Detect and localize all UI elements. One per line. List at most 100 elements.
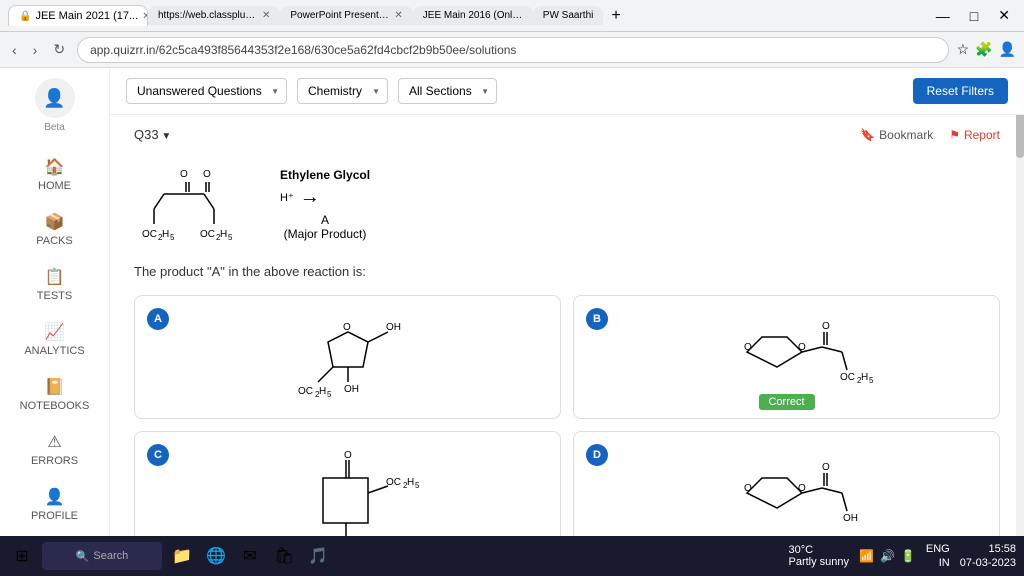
lang-region: ENG IN: [926, 542, 950, 571]
weather-temp: 30°C: [788, 544, 813, 556]
ethylene-glycol-label: Ethylene Glycol: [280, 168, 370, 182]
date-display: 07-03-2023: [960, 556, 1016, 570]
taskbar-right: 30°C Partly sunny 📶 🔊 🔋 ENG IN 15:58 07-…: [788, 542, 1016, 571]
sidebar-profile-label: PROFILE: [31, 510, 78, 522]
sidebar-item-notebooks[interactable]: 📔 NOTEBOOKS: [10, 369, 100, 420]
sidebar-item-home[interactable]: 🏠 HOME: [10, 149, 100, 200]
sidebar: 👤 Beta 🏠 HOME 📦 PACKS 📋 TESTS 📈 ANALYTIC…: [0, 68, 110, 576]
browser-actions: ☆ 🧩 👤: [957, 41, 1016, 58]
tab-3[interactable]: PowerPoint Presentati... ✕: [280, 6, 412, 25]
svg-text:5: 5: [170, 233, 175, 242]
option-a-structure: O OH OH OC2H5: [258, 312, 438, 402]
svg-text:OH: OH: [344, 384, 359, 395]
sidebar-packs-label: PACKS: [36, 235, 72, 247]
svg-text:OH: OH: [843, 513, 858, 524]
search-taskbar-button[interactable]: 🔍 Search: [42, 542, 162, 570]
tab-2[interactable]: https://web.classplus... ✕: [148, 6, 280, 25]
profile-icon[interactable]: 👤: [999, 41, 1016, 58]
analytics-icon: 📈: [45, 322, 65, 342]
report-button[interactable]: ⚑ Report: [949, 128, 1000, 142]
unanswered-filter[interactable]: Unanswered Questions: [126, 78, 287, 104]
tests-icon: 📋: [45, 267, 65, 287]
svg-text:H: H: [319, 386, 326, 397]
option-b-card[interactable]: B O O O OC2H5 Co: [573, 295, 1000, 419]
report-icon: ⚑: [949, 128, 960, 142]
option-a-badge: A: [147, 308, 169, 330]
sidebar-item-errors[interactable]: ⚠ ERRORS: [10, 424, 100, 475]
reaction-details: Ethylene Glycol H⁺ → A (Major Product): [280, 168, 370, 241]
tab-5[interactable]: PW Saarthi: [533, 6, 604, 25]
svg-text:O: O: [744, 483, 752, 494]
question-header: Q33 🔖 Bookmark ⚑ Report: [134, 127, 1000, 142]
bookmark-icon: 🔖: [860, 128, 875, 142]
taskbar-mail-icon[interactable]: ✉: [236, 542, 264, 570]
filter-3-wrapper: All Sections: [398, 78, 497, 104]
reaction-arrow-icon: →: [300, 186, 320, 209]
tab-close-icon[interactable]: ✕: [142, 11, 148, 22]
svg-text:H: H: [861, 372, 868, 383]
maximize-button[interactable]: □: [964, 6, 984, 26]
option-a-card[interactable]: A O OH OH OC2H5: [134, 295, 561, 419]
home-icon: 🏠: [45, 157, 65, 177]
tab-2-close[interactable]: ✕: [262, 10, 270, 21]
packs-icon: 📦: [45, 212, 65, 232]
extension-icon[interactable]: 🧩: [975, 41, 992, 58]
chemistry-question: O O OC2H5 OC2H5 Ethylene: [134, 154, 1000, 279]
taskbar-music-icon[interactable]: 🎵: [304, 542, 332, 570]
app-container: 👤 Beta 🏠 HOME 📦 PACKS 📋 TESTS 📈 ANALYTIC…: [0, 68, 1024, 576]
svg-text:O: O: [744, 342, 752, 353]
svg-text:5: 5: [415, 481, 420, 490]
wifi-icon: 📶: [859, 549, 874, 563]
svg-text:OC: OC: [298, 386, 313, 397]
scroll-track: [1016, 68, 1024, 576]
options-grid: A O OH OH OC2H5: [134, 295, 1000, 565]
profile-sidebar-icon: 👤: [45, 487, 65, 507]
refresh-button[interactable]: ↻: [49, 39, 69, 60]
svg-text:H: H: [407, 477, 414, 488]
bookmark-button[interactable]: 🔖 Bookmark: [860, 128, 933, 142]
weather-desc: Partly sunny: [788, 556, 849, 568]
sidebar-item-analytics[interactable]: 📈 ANALYTICS: [10, 314, 100, 365]
taskbar-browser-icon[interactable]: 🌐: [202, 542, 230, 570]
clock: ENG IN: [926, 542, 950, 571]
taskbar: ⊞ 🔍 Search 📁 🌐 ✉ 🛍 🎵 30°C Partly sunny 📶…: [0, 536, 1024, 576]
minimize-button[interactable]: —: [930, 6, 956, 26]
tab-2-label: https://web.classplus...: [158, 10, 258, 21]
filter-1-wrapper: Unanswered Questions: [126, 78, 287, 104]
start-button[interactable]: ⊞: [8, 542, 36, 570]
search-taskbar-icon: 🔍: [76, 550, 90, 563]
sidebar-item-tests[interactable]: 📋 TESTS: [10, 259, 100, 310]
filter-bar: Unanswered Questions Chemistry All Secti…: [110, 68, 1024, 115]
svg-text:H: H: [162, 229, 169, 240]
forward-button[interactable]: ›: [29, 40, 42, 60]
subject-filter[interactable]: Chemistry: [297, 78, 388, 104]
errors-icon: ⚠: [47, 432, 61, 452]
question-number[interactable]: Q33: [134, 127, 171, 142]
svg-text:O: O: [344, 450, 352, 461]
sidebar-item-packs[interactable]: 📦 PACKS: [10, 204, 100, 255]
sound-icon: 🔊: [880, 549, 895, 563]
bookmark-star-icon[interactable]: ☆: [957, 41, 970, 58]
svg-text:O: O: [343, 322, 351, 333]
new-tab-button[interactable]: +: [603, 7, 628, 25]
reset-filters-button[interactable]: Reset Filters: [913, 78, 1008, 104]
sidebar-analytics-label: ANALYTICS: [24, 345, 84, 357]
section-filter[interactable]: All Sections: [398, 78, 497, 104]
time-display: 15:58: [960, 542, 1016, 556]
active-tab[interactable]: 🔒 JEE Main 2021 (17... ✕: [8, 5, 148, 26]
taskbar-store-icon[interactable]: 🛍: [270, 542, 298, 570]
reaction-box: O O OC2H5 OC2H5 Ethylene: [134, 154, 1000, 254]
taskbar-files-icon[interactable]: 📁: [168, 542, 196, 570]
sidebar-home-label: HOME: [38, 180, 71, 192]
date-time: 15:58 07-03-2023: [960, 542, 1016, 571]
address-bar[interactable]: app.quizrr.in/62c5ca493f85644353f2e168/6…: [77, 37, 948, 63]
svg-text:H: H: [220, 229, 227, 240]
close-button[interactable]: ✕: [992, 5, 1016, 26]
sidebar-item-profile[interactable]: 👤 PROFILE: [10, 479, 100, 530]
back-button[interactable]: ‹: [8, 40, 21, 60]
address-text: app.quizrr.in/62c5ca493f85644353f2e168/6…: [90, 43, 516, 57]
option-d-badge: D: [586, 444, 608, 466]
tab-4[interactable]: JEE Main 2016 (Onlin...: [413, 6, 533, 25]
catalyst-label: H⁺: [280, 191, 294, 204]
tab-3-close[interactable]: ✕: [394, 10, 402, 21]
